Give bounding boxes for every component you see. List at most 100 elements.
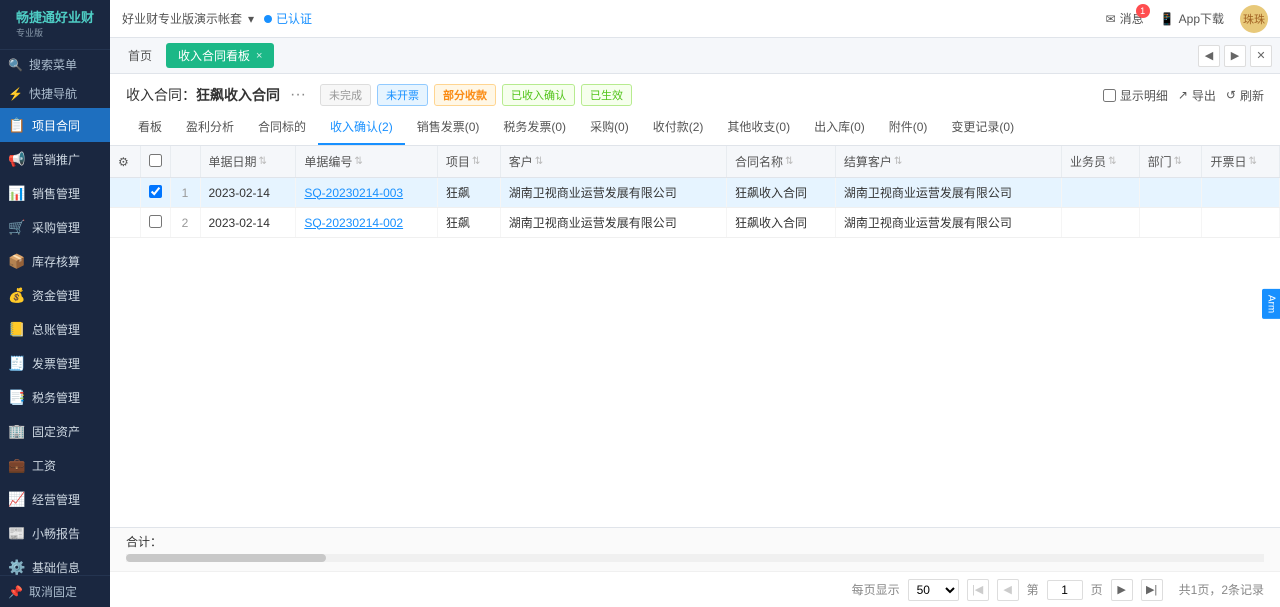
- tab-other-income[interactable]: 其他收支(0): [715, 110, 802, 145]
- row1-checkbox[interactable]: [140, 178, 170, 208]
- tab-profit[interactable]: 盈利分析: [174, 110, 246, 145]
- sidebar-item-fixed[interactable]: 🏢 固定资产: [0, 414, 110, 448]
- row1-docno[interactable]: SQ-20230214-003: [296, 178, 438, 208]
- show-detail-checkbox[interactable]: 显示明细: [1103, 87, 1168, 104]
- tab-purchase[interactable]: 采购(0): [578, 110, 641, 145]
- select-all-checkbox[interactable]: [149, 154, 162, 167]
- col-settings[interactable]: ⚙: [110, 146, 140, 178]
- tab-nav-prev[interactable]: ◀: [1198, 45, 1220, 67]
- tab-close-btn[interactable]: ×: [256, 50, 262, 62]
- row2-docno[interactable]: SQ-20230214-002: [296, 208, 438, 238]
- col-date[interactable]: 单据日期⇅: [200, 146, 296, 178]
- sidebar-item-purchase[interactable]: 🛒 采购管理: [0, 210, 110, 244]
- pagination-next-btn[interactable]: ▶: [1111, 579, 1133, 601]
- sidebar-unpin-label: 取消固定: [29, 583, 77, 600]
- sidebar-search[interactable]: 🔍 搜索菜单: [0, 50, 110, 79]
- tab-warehouse[interactable]: 出入库(0): [802, 110, 877, 145]
- company-selector[interactable]: 好业财专业版演示帐套 ▾: [122, 10, 254, 27]
- main-area: 好业财专业版演示帐套 ▾ 已认证 ✉ 消息 1 📱 App下载 珠珠 首页: [110, 0, 1280, 607]
- page-input[interactable]: [1047, 580, 1083, 600]
- col-contract-name[interactable]: 合同名称⇅: [726, 146, 835, 178]
- right-panel-btn[interactable]: Arm: [1262, 288, 1280, 318]
- status-tag-confirmed[interactable]: 已收入确认: [502, 84, 575, 106]
- show-detail-input[interactable]: [1103, 89, 1116, 102]
- tab-attachments[interactable]: 附件(0): [877, 110, 940, 145]
- sidebar-item-project[interactable]: 📋 项目合同: [0, 108, 110, 142]
- tab-home[interactable]: 首页: [118, 43, 162, 68]
- sidebar-item-labor[interactable]: 💼 工资: [0, 448, 110, 482]
- sidebar-item-inventory-label: 库存核算: [32, 253, 80, 270]
- sort-date-icon[interactable]: ⇅: [259, 156, 267, 167]
- status-tag-effective[interactable]: 已生效: [581, 84, 632, 106]
- sidebar-item-basic[interactable]: ⚙️ 基础信息: [0, 550, 110, 575]
- sidebar-item-general[interactable]: 📒 总账管理: [0, 312, 110, 346]
- tab-contract-detail[interactable]: 合同标的: [246, 110, 318, 145]
- sort-salesperson-icon[interactable]: ⇅: [1108, 156, 1116, 167]
- row1-checkbox-input[interactable]: [149, 185, 162, 198]
- sidebar-quick-nav[interactable]: ⚡ 快捷导航: [0, 79, 110, 108]
- tab-tax-invoice[interactable]: 税务发票(0): [491, 110, 578, 145]
- sort-docno-icon[interactable]: ⇅: [354, 156, 362, 167]
- user-avatar[interactable]: 珠珠: [1240, 5, 1268, 33]
- status-tag-partial[interactable]: 部分收款: [434, 84, 496, 106]
- sort-opendate-icon[interactable]: ⇅: [1248, 156, 1256, 167]
- user-name: 珠珠: [1243, 11, 1265, 27]
- sidebar-item-tax[interactable]: 📑 税务管理: [0, 380, 110, 414]
- page-title-prefix: 收入合同：: [126, 87, 196, 103]
- row2-checkbox[interactable]: [140, 208, 170, 238]
- pagination-last-btn[interactable]: ▶|: [1141, 579, 1163, 601]
- status-tag-incomplete[interactable]: 未完成: [320, 84, 371, 106]
- sidebar-unpin[interactable]: 📌 取消固定: [0, 576, 110, 607]
- col-docno[interactable]: 单据编号⇅: [296, 146, 438, 178]
- row2-docno-link[interactable]: SQ-20230214-002: [304, 216, 403, 230]
- sort-department-icon[interactable]: ⇅: [1174, 156, 1182, 167]
- col-project[interactable]: 项目⇅: [437, 146, 500, 178]
- pagination-prev-btn[interactable]: ◀: [997, 579, 1019, 601]
- sort-customer-icon[interactable]: ⇅: [535, 156, 543, 167]
- tab-nav-close[interactable]: ✕: [1250, 45, 1272, 67]
- sidebar-item-sales[interactable]: 📊 销售管理: [0, 176, 110, 210]
- table-row[interactable]: 2 2023-02-14 SQ-20230214-002 狂飙 湖南卫视商业运营…: [110, 208, 1280, 238]
- tab-sales-invoice[interactable]: 销售发票(0): [405, 110, 492, 145]
- tab-kanban[interactable]: 看板: [126, 110, 174, 145]
- sidebar-item-funds[interactable]: 💰 资金管理: [0, 278, 110, 312]
- sort-settlement-icon[interactable]: ⇅: [894, 156, 902, 167]
- sidebar-item-manage[interactable]: 📈 经营管理: [0, 482, 110, 516]
- export-btn[interactable]: ↗ 导出: [1178, 87, 1216, 104]
- status-tag-uninvoiced[interactable]: 未开票: [377, 84, 428, 106]
- col-salesperson[interactable]: 业务员⇅: [1062, 146, 1140, 178]
- row1-docno-link[interactable]: SQ-20230214-003: [304, 186, 403, 200]
- per-page-select[interactable]: 50 10 20 100: [908, 579, 959, 601]
- sidebar-item-report[interactable]: 📰 小畅报告: [0, 516, 110, 550]
- app-download-btn[interactable]: 📱 App下载: [1160, 10, 1224, 27]
- message-btn[interactable]: ✉ 消息 1: [1106, 10, 1144, 27]
- sidebar-item-basic-label: 基础信息: [32, 559, 80, 576]
- tab-revenue-kanban[interactable]: 收入合同看板 ×: [166, 43, 274, 68]
- col-settlement[interactable]: 结算客户⇅: [835, 146, 1061, 178]
- sidebar-item-marketing[interactable]: 📢 营销推广: [0, 142, 110, 176]
- tab-revenue-confirm[interactable]: 收入确认(2): [318, 110, 405, 145]
- col-department[interactable]: 部门⇅: [1139, 146, 1202, 178]
- col-checkbox[interactable]: [140, 146, 170, 178]
- tab-payment[interactable]: 收付款(2): [641, 110, 716, 145]
- dropdown-icon: ▾: [248, 12, 254, 26]
- scroll-track[interactable]: [126, 554, 1264, 562]
- more-options-btn[interactable]: ···: [290, 86, 306, 104]
- tab-nav-next[interactable]: ▶: [1224, 45, 1246, 67]
- sort-project-icon[interactable]: ⇅: [472, 156, 480, 167]
- row2-checkbox-input[interactable]: [149, 215, 162, 228]
- scroll-thumb[interactable]: [126, 554, 326, 562]
- sidebar-item-invoice[interactable]: 🧾 发票管理: [0, 346, 110, 380]
- sidebar-item-marketing-label: 营销推广: [32, 151, 80, 168]
- col-customer[interactable]: 客户⇅: [500, 146, 726, 178]
- sort-contract-icon[interactable]: ⇅: [785, 156, 793, 167]
- pagination-first-btn[interactable]: |◀: [967, 579, 989, 601]
- col-department-label: 部门: [1148, 153, 1172, 170]
- sidebar-item-inventory[interactable]: 📦 库存核算: [0, 244, 110, 278]
- table-row[interactable]: 1 2023-02-14 SQ-20230214-003 狂飙 湖南卫视商业运营…: [110, 178, 1280, 208]
- row2-settlement: 湖南卫视商业运营发展有限公司: [835, 208, 1061, 238]
- row1-seq: 1: [170, 178, 200, 208]
- col-open-date[interactable]: 开票日⇅: [1202, 146, 1280, 178]
- tab-change-log[interactable]: 变更记录(0): [939, 110, 1026, 145]
- refresh-btn[interactable]: ↺ 刷新: [1226, 87, 1264, 104]
